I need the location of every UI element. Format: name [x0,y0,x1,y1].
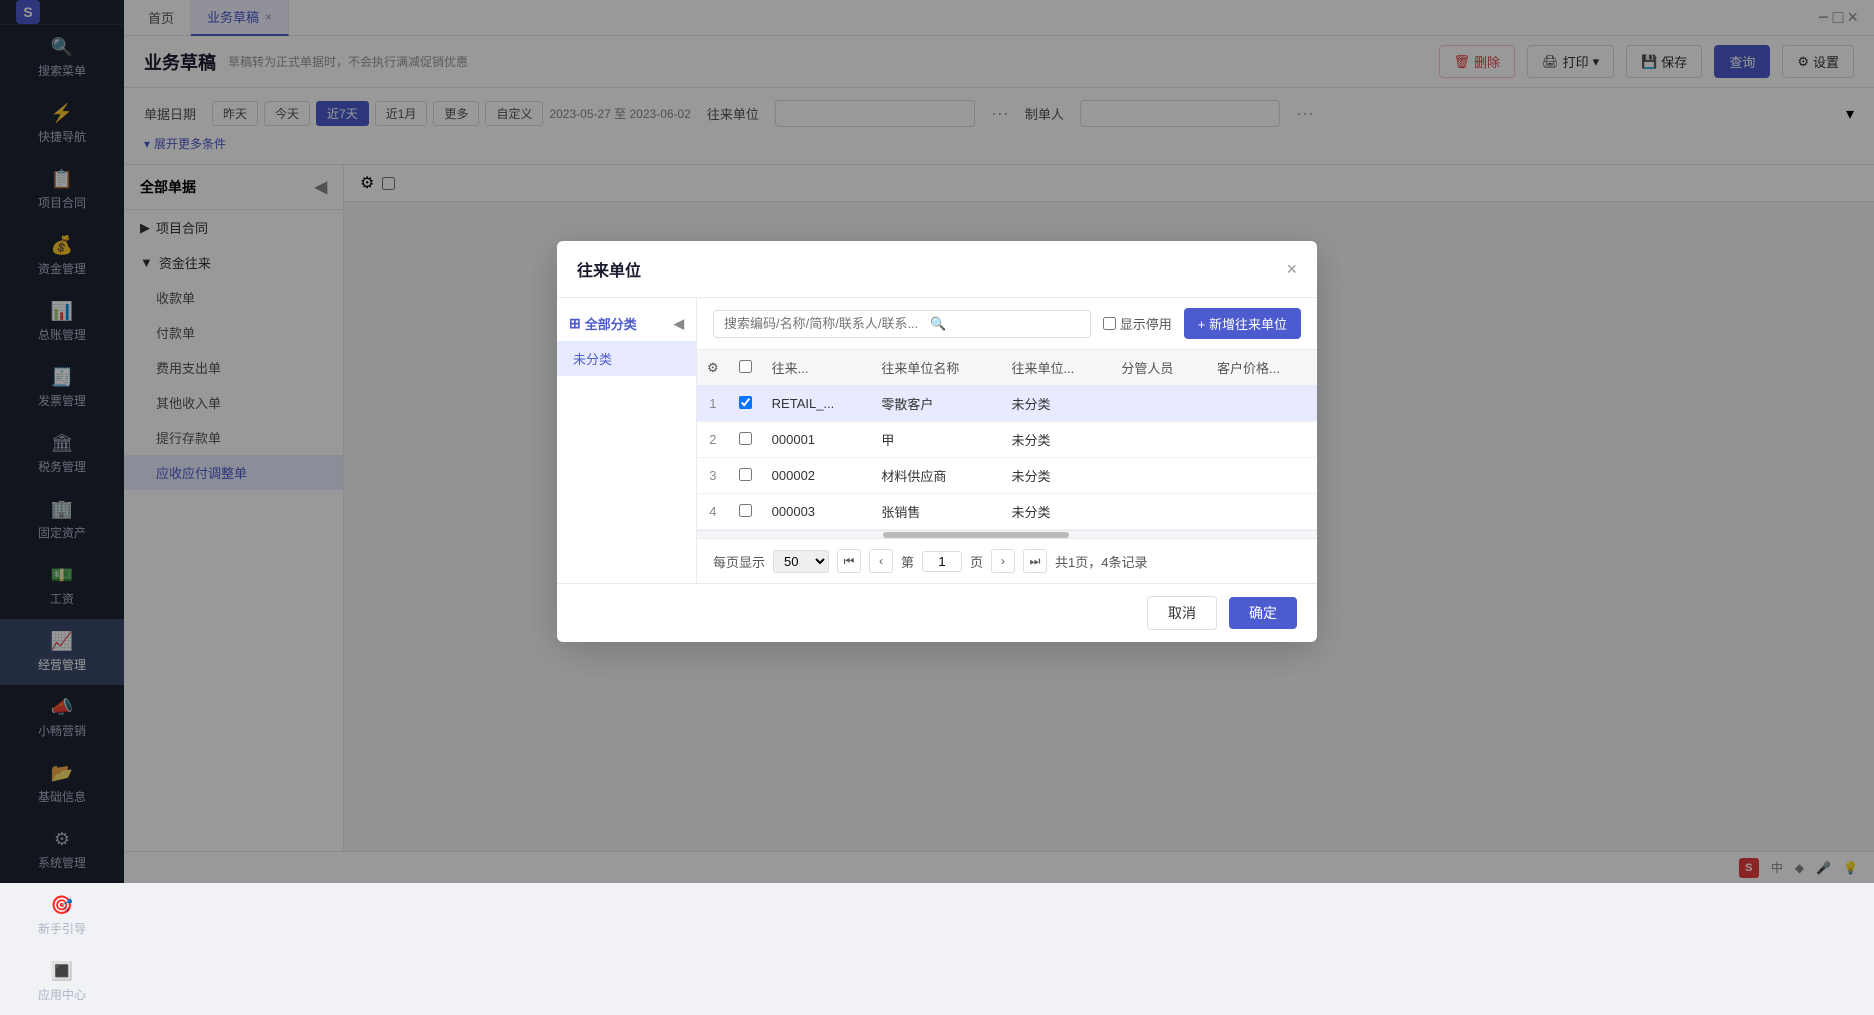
cancel-button[interactable]: 取消 [1147,596,1217,630]
modal-left-header: ⊞ 全部分类 ◀ [557,306,696,341]
first-page-button[interactable]: ⏮ [837,549,861,573]
row-category: 未分类 [1001,422,1111,458]
page-suffix-label: 页 [970,552,983,571]
per-page-label: 每页显示 [713,552,765,571]
modal-title: 往来单位 [577,257,641,281]
row-checkbox-1[interactable] [739,396,752,409]
guide-icon: 🎯 [51,895,73,916]
row-manager [1111,386,1207,422]
page-number-input[interactable] [922,551,962,572]
row-name: 材料供应商 [871,458,1001,494]
row-category: 未分类 [1001,494,1111,530]
page-prefix-label: 第 [901,552,914,571]
scrollbar-thumb [883,532,1069,538]
table-row[interactable]: 4 000003 张销售 未分类 [697,494,1317,530]
modal-close-button[interactable]: × [1286,259,1297,280]
row-checkbox-4[interactable] [739,504,752,517]
row-checkbox-2[interactable] [739,432,752,445]
row-checkbox-cell [729,422,762,458]
row-code: 000003 [762,494,872,530]
row-category: 未分类 [1001,386,1111,422]
table-header-row: ⚙ 往来... 往来单位名称 往来单位... 分管人员 客户价格... [697,350,1317,386]
apps-icon: 🔳 [51,961,73,982]
partner-modal: 往来单位 × ⊞ 全部分类 ◀ 未分类 [557,241,1317,642]
row-num: 2 [697,422,729,458]
grid-icon: ⊞ [569,315,581,332]
sidebar-item-apps[interactable]: 🔳 应用中心 [0,949,124,1015]
modal-header: 往来单位 × [557,241,1317,298]
show-disabled-label: 显示停用 [1120,314,1172,333]
row-code: 000001 [762,422,872,458]
col-price: 客户价格... [1207,350,1317,386]
col-settings: ⚙ [697,350,729,386]
modal-footer: 取消 确定 [557,583,1317,642]
last-page-button[interactable]: ⏭ [1023,549,1047,573]
modal-search-bar: 🔍 显示停用 + 新增往来单位 [697,298,1317,350]
table-select-all[interactable] [739,360,752,373]
row-name: 张销售 [871,494,1001,530]
col-name: 往来单位名称 [871,350,1001,386]
table-header: ⚙ 往来... 往来单位名称 往来单位... 分管人员 客户价格... [697,350,1317,386]
add-partner-button[interactable]: + 新增往来单位 [1184,308,1301,339]
sidebar-item-guide[interactable]: 🎯 新手引导 [0,883,124,949]
row-price [1207,458,1317,494]
modal-tree-item-label: 未分类 [573,352,612,367]
row-price [1207,422,1317,458]
modal-overlay: 往来单位 × ⊞ 全部分类 ◀ 未分类 [0,0,1874,883]
table-row[interactable]: 1 RETAIL_... 零散客户 未分类 [697,386,1317,422]
row-price [1207,494,1317,530]
next-page-button[interactable]: › [991,549,1015,573]
col-category: 往来单位... [1001,350,1111,386]
search-icon: 🔍 [930,316,946,332]
show-disabled-checkbox-area: 显示停用 [1103,314,1172,333]
row-code: RETAIL_... [762,386,872,422]
col-code: 往来... [762,350,872,386]
table-row[interactable]: 2 000001 甲 未分类 [697,422,1317,458]
total-records-label: 共1页，4条记录 [1055,552,1147,571]
modal-left-panel: ⊞ 全部分类 ◀ 未分类 [557,298,697,583]
row-num: 3 [697,458,729,494]
col-manager: 分管人员 [1111,350,1207,386]
modal-body: ⊞ 全部分类 ◀ 未分类 🔍 显示停用 [557,298,1317,583]
modal-pagination: 每页显示 50 100 200 ⏮ ‹ 第 页 › ⏭ 共1页，4条记录 [697,538,1317,583]
row-manager [1111,494,1207,530]
row-manager [1111,458,1207,494]
table-body: 1 RETAIL_... 零散客户 未分类 2 [697,386,1317,530]
row-num: 1 [697,386,729,422]
row-price [1207,386,1317,422]
modal-category-label: 全部分类 [585,314,637,333]
modal-search-input[interactable] [724,316,924,331]
table-row[interactable]: 3 000002 材料供应商 未分类 [697,458,1317,494]
col-checkbox [729,350,762,386]
sidebar-item-label: 应用中心 [38,986,86,1003]
row-num: 4 [697,494,729,530]
modal-table: ⚙ 往来... 往来单位名称 往来单位... 分管人员 客户价格... [697,350,1317,530]
prev-page-button[interactable]: ‹ [869,549,893,573]
row-checkbox-cell [729,494,762,530]
show-disabled-checkbox[interactable] [1103,317,1116,330]
modal-left-collapse-button[interactable]: ◀ [674,316,684,332]
row-manager [1111,422,1207,458]
modal-search-field-wrapper: 🔍 [713,310,1091,338]
row-name: 零散客户 [871,386,1001,422]
partner-table: ⚙ 往来... 往来单位名称 往来单位... 分管人员 客户价格... [697,350,1317,530]
modal-right-panel: 🔍 显示停用 + 新增往来单位 ⚙ [697,298,1317,583]
row-checkbox-3[interactable] [739,468,752,481]
confirm-button[interactable]: 确定 [1229,597,1297,629]
row-name: 甲 [871,422,1001,458]
row-category: 未分类 [1001,458,1111,494]
row-checkbox-cell [729,386,762,422]
row-code: 000002 [762,458,872,494]
modal-horizontal-scrollbar[interactable] [697,530,1317,538]
per-page-select[interactable]: 50 100 200 [773,550,829,573]
sidebar-item-label: 新手引导 [38,920,86,937]
row-checkbox-cell [729,458,762,494]
modal-tree-unclassified[interactable]: 未分类 [557,341,696,376]
